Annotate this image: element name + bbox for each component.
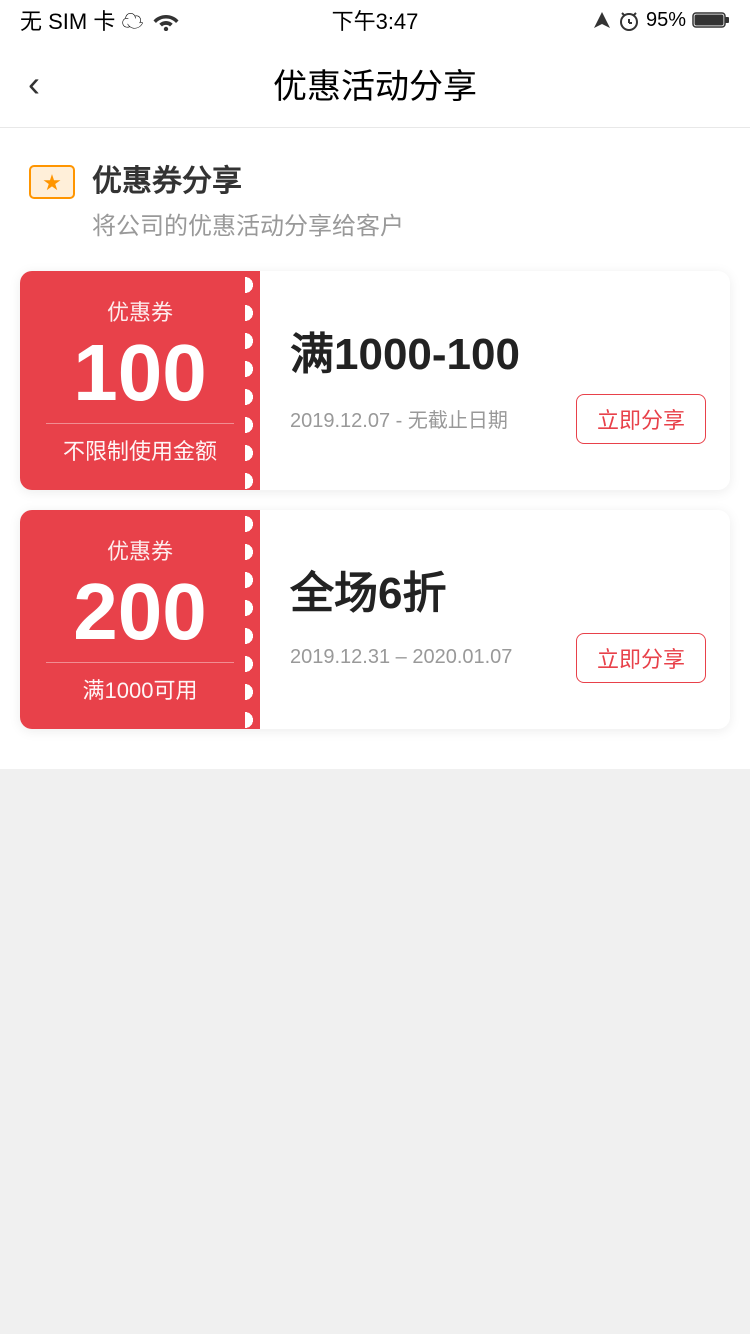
coupon-meta-1: 2019.12.07 - 无截止日期 立即分享: [290, 394, 706, 444]
coupon-right-2: 全场6折 2019.12.31 – 2020.01.07 立即分享: [260, 510, 730, 729]
coupon-label-1: 优惠券: [107, 295, 173, 327]
sim-text: 无 SIM 卡 ☁: [20, 4, 143, 36]
alarm-icon: [618, 9, 640, 31]
battery-percent: 95%: [646, 9, 686, 32]
section-heading: 优惠券分享: [92, 156, 404, 200]
coupon-divider-1: [46, 423, 233, 424]
empty-area: [0, 769, 750, 1269]
coupon-right-1: 满1000-100 2019.12.07 - 无截止日期 立即分享: [260, 271, 730, 490]
status-left: 无 SIM 卡 ☁: [20, 4, 181, 36]
coupon-condition-2: 满1000可用: [83, 673, 198, 705]
section-text: 优惠券分享 将公司的优惠活动分享给客户: [92, 156, 404, 241]
coupon-left-1: 优惠券 100 不限制使用金额: [20, 271, 260, 490]
nav-bar: ‹ 优惠活动分享: [0, 40, 750, 128]
back-button[interactable]: ‹: [28, 63, 40, 105]
coupon-share-btn-2[interactable]: 立即分享: [576, 633, 706, 683]
coupon-left-2: 优惠券 200 满1000可用: [20, 510, 260, 729]
coupon-section-icon: ★: [28, 158, 76, 206]
nav-title: 优惠活动分享: [273, 59, 477, 108]
svg-text:★: ★: [42, 170, 62, 195]
coupon-title-2: 全场6折: [290, 557, 706, 621]
coupon-title-1: 满1000-100: [290, 318, 706, 382]
coupon-amount-1: 100: [73, 333, 206, 413]
coupon-share-btn-1[interactable]: 立即分享: [576, 394, 706, 444]
status-time: 下午3:47: [332, 4, 419, 36]
coupon-card-2: 优惠券 200 满1000可用 全场6折 2019.12.31 – 2020.0…: [20, 510, 730, 729]
coupon-card-1: 优惠券 100 不限制使用金额 满1000-100 2019.12.07 - 无…: [20, 271, 730, 490]
location-icon: [592, 10, 612, 30]
battery-icon: [692, 10, 730, 30]
status-right: 95%: [592, 9, 730, 32]
coupon-condition-1: 不限制使用金额: [63, 434, 217, 466]
coupon-date-1: 2019.12.07 - 无截止日期: [290, 404, 508, 433]
coupon-divider-2: [46, 662, 233, 663]
coupon-meta-2: 2019.12.31 – 2020.01.07 立即分享: [290, 633, 706, 683]
coupon-date-2: 2019.12.31 – 2020.01.07: [290, 646, 512, 669]
wifi-icon: [151, 9, 181, 31]
status-bar: 无 SIM 卡 ☁ 下午3:47 95%: [0, 0, 750, 40]
coupon-label-2: 优惠券: [107, 534, 173, 566]
coupon-amount-2: 200: [73, 572, 206, 652]
section-subtext: 将公司的优惠活动分享给客户: [92, 206, 404, 241]
coupon-list: 优惠券 100 不限制使用金额 满1000-100 2019.12.07 - 无…: [0, 261, 750, 769]
section-header: ★ 优惠券分享 将公司的优惠活动分享给客户: [0, 128, 750, 261]
